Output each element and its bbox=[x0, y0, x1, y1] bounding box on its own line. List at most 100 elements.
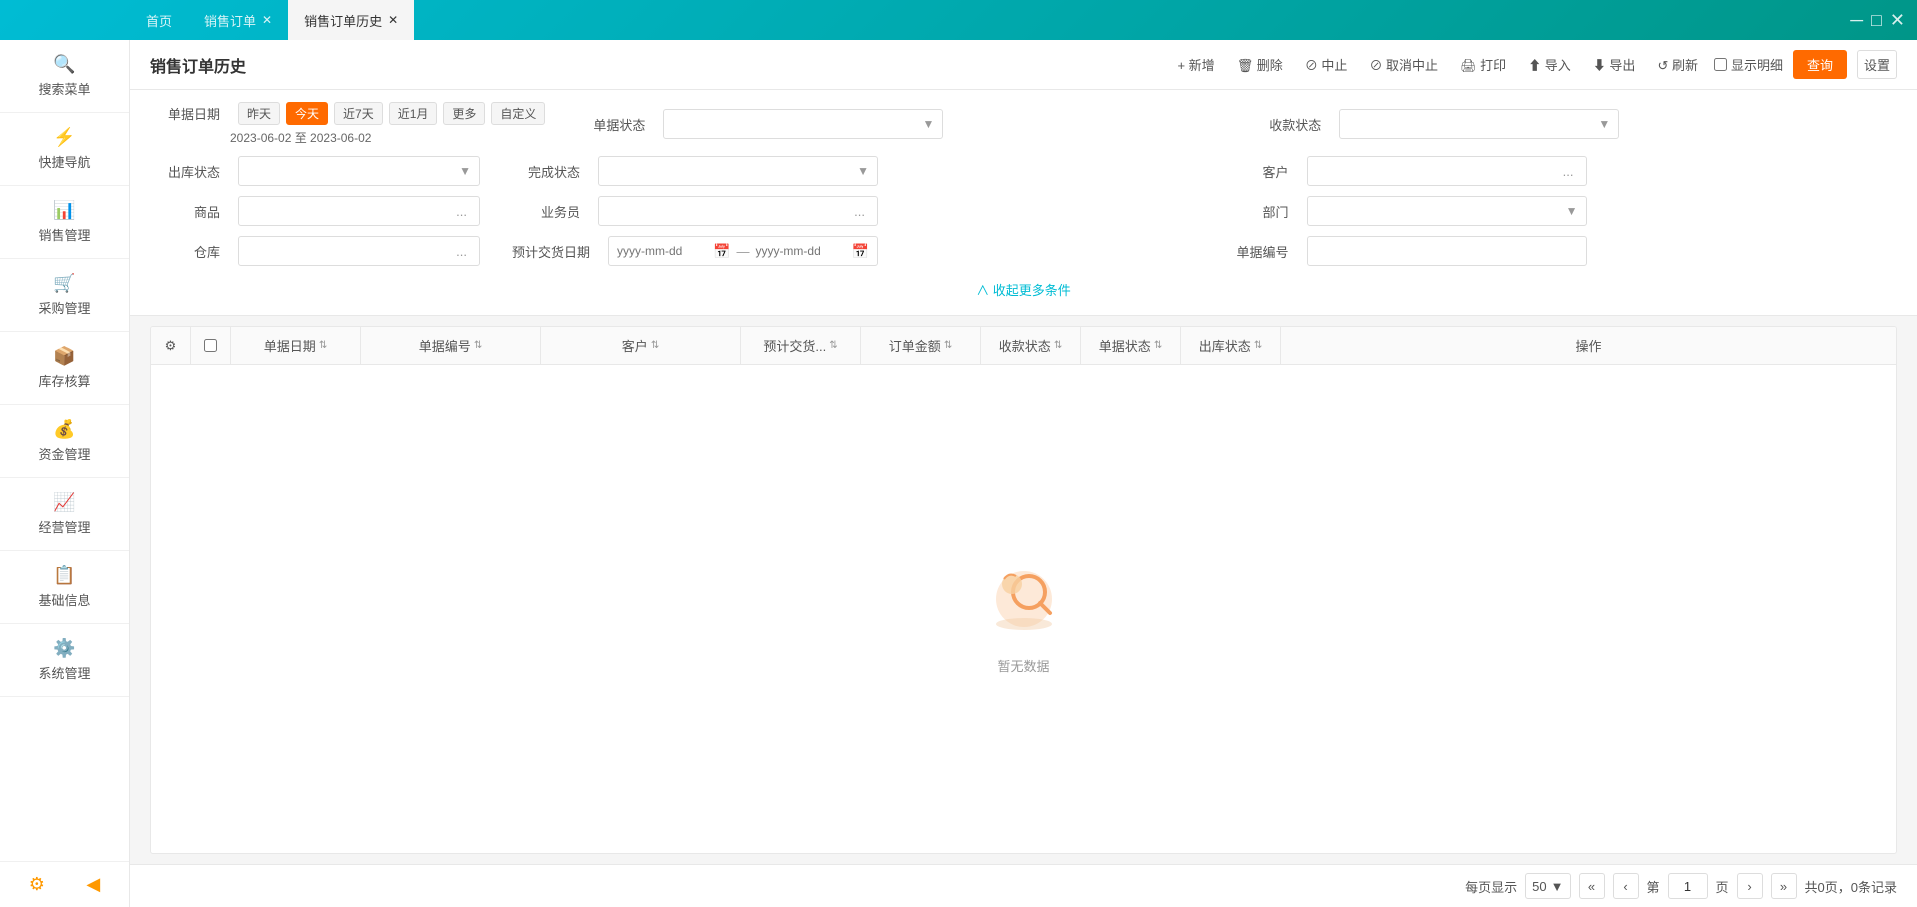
date-group: 昨天 今天 近7天 近1月 更多 自定义 bbox=[238, 102, 545, 125]
settings-bottom-icon[interactable]: ⚙ bbox=[29, 874, 45, 895]
next-page-btn[interactable]: › bbox=[1737, 873, 1763, 899]
settings-button[interactable]: 设置 bbox=[1857, 50, 1897, 79]
out-status-select[interactable]: ▼ bbox=[238, 156, 480, 186]
warehouse-label: 仓库 bbox=[150, 242, 230, 261]
warehouse-input[interactable]: ... bbox=[238, 236, 480, 266]
filter-date-section: 单据日期 昨天 今天 近7天 近1月 更多 自定义 2023-06-02 至 2… bbox=[150, 102, 545, 146]
sidebar-item-sales[interactable]: 📊 销售管理 bbox=[0, 186, 129, 259]
stop-button[interactable]: ⊘ 中止 bbox=[1299, 51, 1354, 78]
minimize-icon[interactable]: ─ bbox=[1850, 10, 1863, 31]
date-start-icon[interactable]: 📅 bbox=[713, 243, 730, 260]
tab-sales-order-history[interactable]: 销售订单历史 ✕ bbox=[288, 0, 414, 40]
goods-label: 商品 bbox=[150, 202, 230, 221]
sidebar-item-operations[interactable]: 📈 经营管理 bbox=[0, 478, 129, 551]
dept-select[interactable]: ▼ bbox=[1307, 196, 1587, 226]
th-amount: 订单金额 ⇅ bbox=[861, 327, 981, 364]
bill-no-field[interactable] bbox=[1316, 244, 1578, 259]
date-month[interactable]: 近1月 bbox=[389, 102, 438, 125]
cancel-stop-button[interactable]: ⊘ 取消中止 bbox=[1363, 51, 1444, 78]
sidebar-item-finance[interactable]: 💰 资金管理 bbox=[0, 405, 129, 478]
goods-ellipsis[interactable]: ... bbox=[452, 204, 471, 219]
empty-illustration bbox=[974, 544, 1074, 644]
window-controls: ─ □ ✕ bbox=[1850, 10, 1917, 31]
salesperson-ellipsis[interactable]: ... bbox=[850, 204, 869, 219]
sort-pay-status-icon[interactable]: ⇅ bbox=[1054, 340, 1062, 351]
tab-sales-order[interactable]: 销售订单 ✕ bbox=[188, 0, 288, 40]
goods-input[interactable]: ... bbox=[238, 196, 480, 226]
tab-home[interactable]: 首页 bbox=[130, 0, 188, 40]
complete-status-arrow: ▼ bbox=[857, 164, 869, 178]
sort-no-icon[interactable]: ⇅ bbox=[474, 340, 482, 351]
collapse-filter-row[interactable]: ∧ 收起更多条件 bbox=[150, 276, 1897, 303]
complete-status-select[interactable]: ▼ bbox=[598, 156, 878, 186]
th-out-status: 出库状态 ⇅ bbox=[1181, 327, 1281, 364]
collapse-sidebar-icon[interactable]: ◀ bbox=[86, 874, 100, 895]
expected-date-end[interactable] bbox=[755, 244, 845, 258]
main-layout: 🔍 搜索菜单 ⚡ 快捷导航 📊 销售管理 🛒 采购管理 📦 库存核算 💰 资金管… bbox=[0, 40, 1917, 907]
window-close-icon[interactable]: ✕ bbox=[1890, 10, 1905, 31]
date-end-icon[interactable]: 📅 bbox=[851, 243, 868, 260]
salesperson-input[interactable]: ... bbox=[598, 196, 878, 226]
filter-area: 单据日期 昨天 今天 近7天 近1月 更多 自定义 2023-06-02 至 2… bbox=[130, 90, 1917, 316]
new-button[interactable]: + 新增 bbox=[1171, 51, 1220, 78]
bill-status-arrow: ▼ bbox=[923, 117, 935, 131]
query-button[interactable]: 查询 bbox=[1793, 50, 1847, 79]
bill-no-input[interactable] bbox=[1307, 236, 1587, 266]
show-detail-checkbox[interactable]: 显示明细 bbox=[1714, 55, 1783, 74]
show-detail-input[interactable] bbox=[1714, 58, 1727, 71]
date-filter-label: 单据日期 bbox=[150, 104, 230, 123]
per-page-arrow: ▼ bbox=[1551, 879, 1564, 894]
page-header: 销售订单历史 + 新增 🗑 删除 ⊘ 中止 ⊘ 取消中止 🖨 打印 bbox=[130, 40, 1917, 90]
toolbar: + 新增 🗑 删除 ⊘ 中止 ⊘ 取消中止 🖨 打印 ⬆ 导入 bbox=[1171, 50, 1897, 79]
date-yesterday[interactable]: 昨天 bbox=[238, 102, 280, 125]
sort-customer-icon[interactable]: ⇅ bbox=[651, 340, 659, 351]
refresh-button[interactable]: ↺ 刷新 bbox=[1651, 51, 1704, 78]
export-button[interactable]: ⬇ 导出 bbox=[1587, 51, 1642, 78]
th-ops: 操作 bbox=[1281, 327, 1896, 364]
sidebar-item-basic-info[interactable]: 📋 基础信息 bbox=[0, 551, 129, 624]
basic-info-icon: 📋 bbox=[53, 565, 75, 586]
bill-no-label: 单据编号 bbox=[1219, 242, 1299, 261]
th-check bbox=[191, 327, 231, 364]
print-button[interactable]: 🖨 打印 bbox=[1454, 51, 1512, 78]
expected-date-start[interactable] bbox=[617, 244, 707, 258]
sidebar-item-system[interactable]: ⚙️ 系统管理 bbox=[0, 624, 129, 697]
th-settings[interactable]: ⚙ bbox=[151, 327, 191, 364]
total-info: 共0页，0条记录 bbox=[1805, 877, 1897, 896]
customer-input[interactable]: ... bbox=[1307, 156, 1587, 186]
date-today[interactable]: 今天 bbox=[286, 102, 328, 125]
date-more[interactable]: 更多 bbox=[443, 102, 485, 125]
page-input[interactable] bbox=[1668, 873, 1708, 899]
date-range-text: 2023-06-02 至 2023-06-02 bbox=[230, 129, 371, 146]
sort-bill-status-icon[interactable]: ⇅ bbox=[1154, 340, 1162, 351]
sort-out-status-icon[interactable]: ⇅ bbox=[1254, 340, 1262, 351]
per-page-select[interactable]: 50 ▼ bbox=[1525, 873, 1570, 899]
import-button[interactable]: ⬆ 导入 bbox=[1522, 51, 1577, 78]
first-page-btn[interactable]: « bbox=[1579, 873, 1605, 899]
sort-amount-icon[interactable]: ⇅ bbox=[944, 340, 952, 351]
sidebar-item-quicknav[interactable]: ⚡ 快捷导航 bbox=[0, 113, 129, 186]
customer-ellipsis[interactable]: ... bbox=[1559, 164, 1578, 179]
tab-sales-order-close[interactable]: ✕ bbox=[262, 13, 272, 27]
sidebar-item-inventory[interactable]: 📦 库存核算 bbox=[0, 332, 129, 405]
pay-status-select[interactable]: ▼ bbox=[1339, 109, 1619, 139]
sidebar: 🔍 搜索菜单 ⚡ 快捷导航 📊 销售管理 🛒 采购管理 📦 库存核算 💰 资金管… bbox=[0, 40, 130, 907]
salesperson-label: 业务员 bbox=[510, 202, 590, 221]
date-custom[interactable]: 自定义 bbox=[491, 102, 545, 125]
sidebar-item-purchase[interactable]: 🛒 采购管理 bbox=[0, 259, 129, 332]
top-bar: 首页 销售订单 ✕ 销售订单历史 ✕ ─ □ ✕ bbox=[0, 0, 1917, 40]
maximize-icon[interactable]: □ bbox=[1871, 10, 1882, 31]
select-all-checkbox[interactable] bbox=[204, 339, 217, 352]
delete-button[interactable]: 🗑 删除 bbox=[1231, 51, 1289, 78]
sidebar-item-search[interactable]: 🔍 搜索菜单 bbox=[0, 40, 129, 113]
warehouse-ellipsis[interactable]: ... bbox=[452, 244, 471, 259]
sort-delivery-icon[interactable]: ⇅ bbox=[829, 340, 837, 351]
bill-status-select[interactable]: ▼ bbox=[663, 109, 943, 139]
complete-status-label: 完成状态 bbox=[510, 162, 590, 181]
prev-page-btn[interactable]: ‹ bbox=[1613, 873, 1639, 899]
th-bill-status: 单据状态 ⇅ bbox=[1081, 327, 1181, 364]
last-page-btn[interactable]: » bbox=[1771, 873, 1797, 899]
sort-date-icon[interactable]: ⇅ bbox=[319, 340, 327, 351]
tab-sales-order-history-close[interactable]: ✕ bbox=[388, 13, 398, 27]
date-7days[interactable]: 近7天 bbox=[334, 102, 383, 125]
